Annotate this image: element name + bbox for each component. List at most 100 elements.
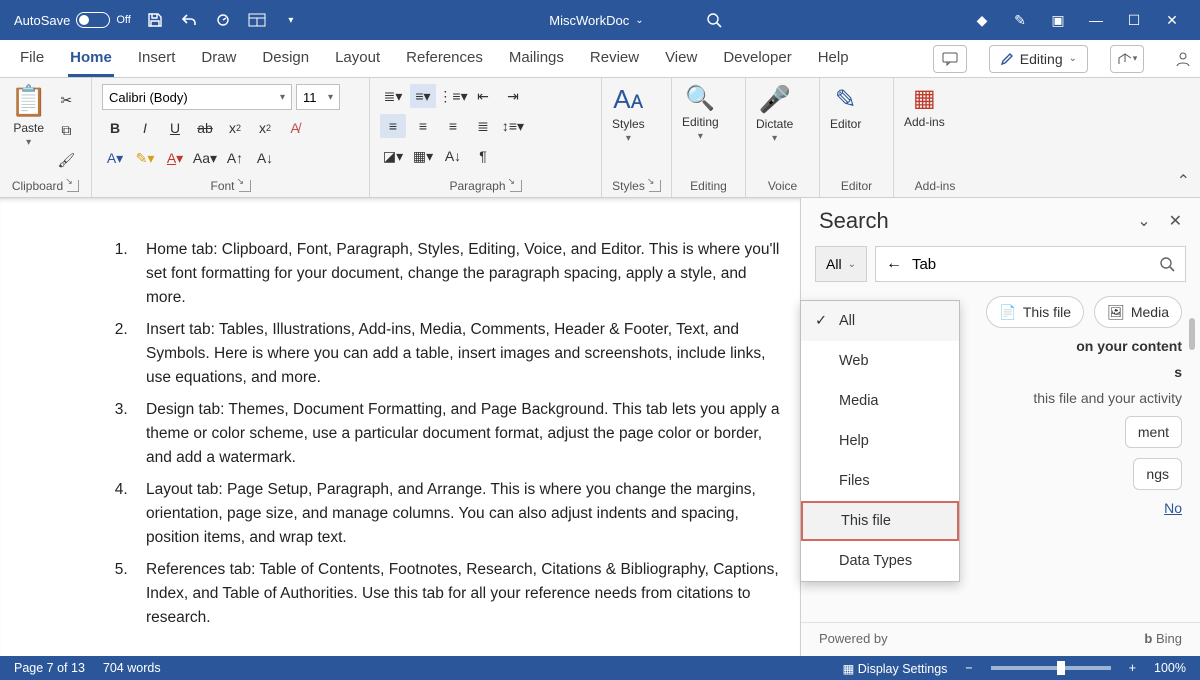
tab-design[interactable]: Design bbox=[260, 43, 311, 74]
tab-review[interactable]: Review bbox=[588, 43, 641, 74]
collapse-ribbon-icon[interactable]: ⌃ bbox=[1177, 171, 1190, 191]
addins-button[interactable]: ▦Add-ins bbox=[904, 84, 945, 129]
dialog-launcher-icon[interactable] bbox=[649, 180, 661, 192]
bold-button[interactable]: B bbox=[102, 116, 128, 140]
sort-icon[interactable]: A↓ bbox=[440, 144, 466, 168]
borders-icon[interactable]: ▦▾ bbox=[410, 144, 436, 168]
tab-file[interactable]: File bbox=[18, 43, 46, 74]
increase-indent-icon[interactable]: ⇥ bbox=[500, 84, 526, 108]
chip-media[interactable]: 🖼 Media bbox=[1094, 296, 1182, 328]
suggestion-pill[interactable]: ment bbox=[1125, 416, 1182, 448]
copy-icon[interactable]: ⧉ bbox=[53, 118, 79, 142]
zoom-slider[interactable] bbox=[991, 666, 1111, 670]
font-color-icon[interactable]: A▾ bbox=[162, 146, 188, 170]
italic-button[interactable]: I bbox=[132, 116, 158, 140]
feedback-no-link[interactable]: No bbox=[1164, 500, 1182, 516]
tab-insert[interactable]: Insert bbox=[136, 43, 178, 74]
text-effects-icon[interactable]: A▾ bbox=[102, 146, 128, 170]
undo-icon[interactable] bbox=[179, 10, 199, 30]
zoom-value[interactable]: 100% bbox=[1154, 661, 1186, 675]
tab-help[interactable]: Help bbox=[816, 43, 851, 74]
close-icon[interactable]: ✕ bbox=[1162, 10, 1182, 30]
scrollbar-thumb[interactable] bbox=[1189, 318, 1195, 350]
save-icon[interactable] bbox=[145, 10, 165, 30]
chevron-down-icon[interactable]: ▾ bbox=[281, 10, 301, 30]
dropdown-item-all[interactable]: ✓All bbox=[801, 301, 959, 341]
tab-draw[interactable]: Draw bbox=[199, 43, 238, 74]
tab-references[interactable]: References bbox=[404, 43, 485, 74]
tab-view[interactable]: View bbox=[663, 43, 699, 74]
autosave-toggle[interactable]: AutoSave Off bbox=[14, 12, 131, 28]
share-button[interactable]: ▾ bbox=[1110, 45, 1144, 73]
format-painter-icon[interactable]: 🖌 bbox=[53, 148, 79, 172]
page-indicator[interactable]: Page 7 of 13 bbox=[14, 661, 85, 675]
underline-button[interactable]: U bbox=[162, 116, 188, 140]
dialog-launcher-icon[interactable] bbox=[239, 180, 251, 192]
cut-icon[interactable]: ✂ bbox=[53, 88, 79, 112]
justify-icon[interactable]: ≣ bbox=[470, 114, 496, 138]
dropdown-item-files[interactable]: Files bbox=[801, 461, 959, 501]
chevron-down-icon[interactable]: ⌄ bbox=[1137, 211, 1150, 231]
editing-button[interactable]: 🔍Editing▾ bbox=[682, 84, 719, 142]
styles-button[interactable]: AᴀStyles▾ bbox=[612, 84, 645, 144]
editing-mode-button[interactable]: Editing ⌄ bbox=[989, 45, 1088, 73]
account-icon[interactable] bbox=[1166, 45, 1200, 73]
dialog-launcher-icon[interactable] bbox=[510, 180, 522, 192]
tab-developer[interactable]: Developer bbox=[721, 43, 793, 74]
dialog-launcher-icon[interactable] bbox=[67, 180, 79, 192]
font-name-select[interactable]: Calibri (Body)▾ bbox=[102, 84, 292, 110]
quick-access-icon[interactable] bbox=[247, 10, 267, 30]
superscript-button[interactable]: x2 bbox=[252, 116, 278, 140]
align-right-icon[interactable]: ≡ bbox=[440, 114, 466, 138]
redo-icon[interactable] bbox=[213, 10, 233, 30]
shrink-font-icon[interactable]: A↓ bbox=[252, 146, 278, 170]
dropdown-item-web[interactable]: Web bbox=[801, 341, 959, 381]
word-count[interactable]: 704 words bbox=[103, 661, 161, 675]
search-icon[interactable] bbox=[1159, 256, 1175, 272]
maximize-icon[interactable]: ☐ bbox=[1124, 10, 1144, 30]
clear-format-icon[interactable]: A̸ bbox=[282, 116, 308, 140]
close-icon[interactable]: ✕ bbox=[1169, 211, 1182, 231]
zoom-out-icon[interactable]: − bbox=[965, 661, 972, 675]
search-input[interactable]: ← bbox=[875, 246, 1186, 282]
bullets-icon[interactable]: ≣▾ bbox=[380, 84, 406, 108]
search-scope-button[interactable]: All ⌄ bbox=[815, 246, 867, 282]
dictate-button[interactable]: 🎤Dictate▾ bbox=[756, 84, 793, 144]
dropdown-item-media[interactable]: Media bbox=[801, 381, 959, 421]
align-center-icon[interactable]: ≡ bbox=[410, 114, 436, 138]
minimize-icon[interactable]: — bbox=[1086, 10, 1106, 30]
dropdown-item-this-file[interactable]: This file bbox=[801, 501, 959, 541]
shading-icon[interactable]: ◪▾ bbox=[380, 144, 406, 168]
dropdown-item-data-types[interactable]: Data Types bbox=[801, 541, 959, 581]
display-settings-button[interactable]: ▦ Display Settings bbox=[842, 661, 947, 676]
multilevel-icon[interactable]: ⋮≡▾ bbox=[440, 84, 466, 108]
change-case-icon[interactable]: Aa▾ bbox=[192, 146, 218, 170]
editor-button[interactable]: ✎Editor bbox=[830, 84, 861, 131]
suggestion-pill[interactable]: ngs bbox=[1133, 458, 1182, 490]
chip-this-file[interactable]: 📄 This file bbox=[986, 296, 1084, 328]
decrease-indent-icon[interactable]: ⇤ bbox=[470, 84, 496, 108]
diamond-icon[interactable]: ◆ bbox=[972, 10, 992, 30]
tab-home[interactable]: Home bbox=[68, 43, 114, 77]
highlight-icon[interactable]: ✎▾ bbox=[132, 146, 158, 170]
window-icon[interactable]: ▣ bbox=[1048, 10, 1068, 30]
brush-icon[interactable]: ✎ bbox=[1010, 10, 1030, 30]
strike-button[interactable]: ab bbox=[192, 116, 218, 140]
zoom-in-icon[interactable]: + bbox=[1129, 661, 1136, 675]
subscript-button[interactable]: x2 bbox=[222, 116, 248, 140]
dropdown-item-help[interactable]: Help bbox=[801, 421, 959, 461]
paste-button[interactable]: 📋 Paste ▾ bbox=[10, 84, 47, 148]
font-size-select[interactable]: 11▾ bbox=[296, 84, 340, 110]
line-spacing-icon[interactable]: ↕≡▾ bbox=[500, 114, 526, 138]
tab-mailings[interactable]: Mailings bbox=[507, 43, 566, 74]
grow-font-icon[interactable]: A↑ bbox=[222, 146, 248, 170]
document-page[interactable]: Home tab: Clipboard, Font, Paragraph, St… bbox=[0, 198, 800, 656]
back-icon[interactable]: ← bbox=[886, 255, 902, 273]
search-field[interactable] bbox=[912, 256, 1149, 273]
search-icon[interactable] bbox=[704, 10, 724, 30]
numbering-icon[interactable]: ≡▾ bbox=[410, 84, 436, 108]
show-marks-icon[interactable]: ¶ bbox=[470, 144, 496, 168]
comments-button[interactable] bbox=[933, 45, 967, 73]
document-title[interactable]: MiscWorkDoc ⌄ bbox=[549, 13, 643, 28]
tab-layout[interactable]: Layout bbox=[333, 43, 382, 74]
